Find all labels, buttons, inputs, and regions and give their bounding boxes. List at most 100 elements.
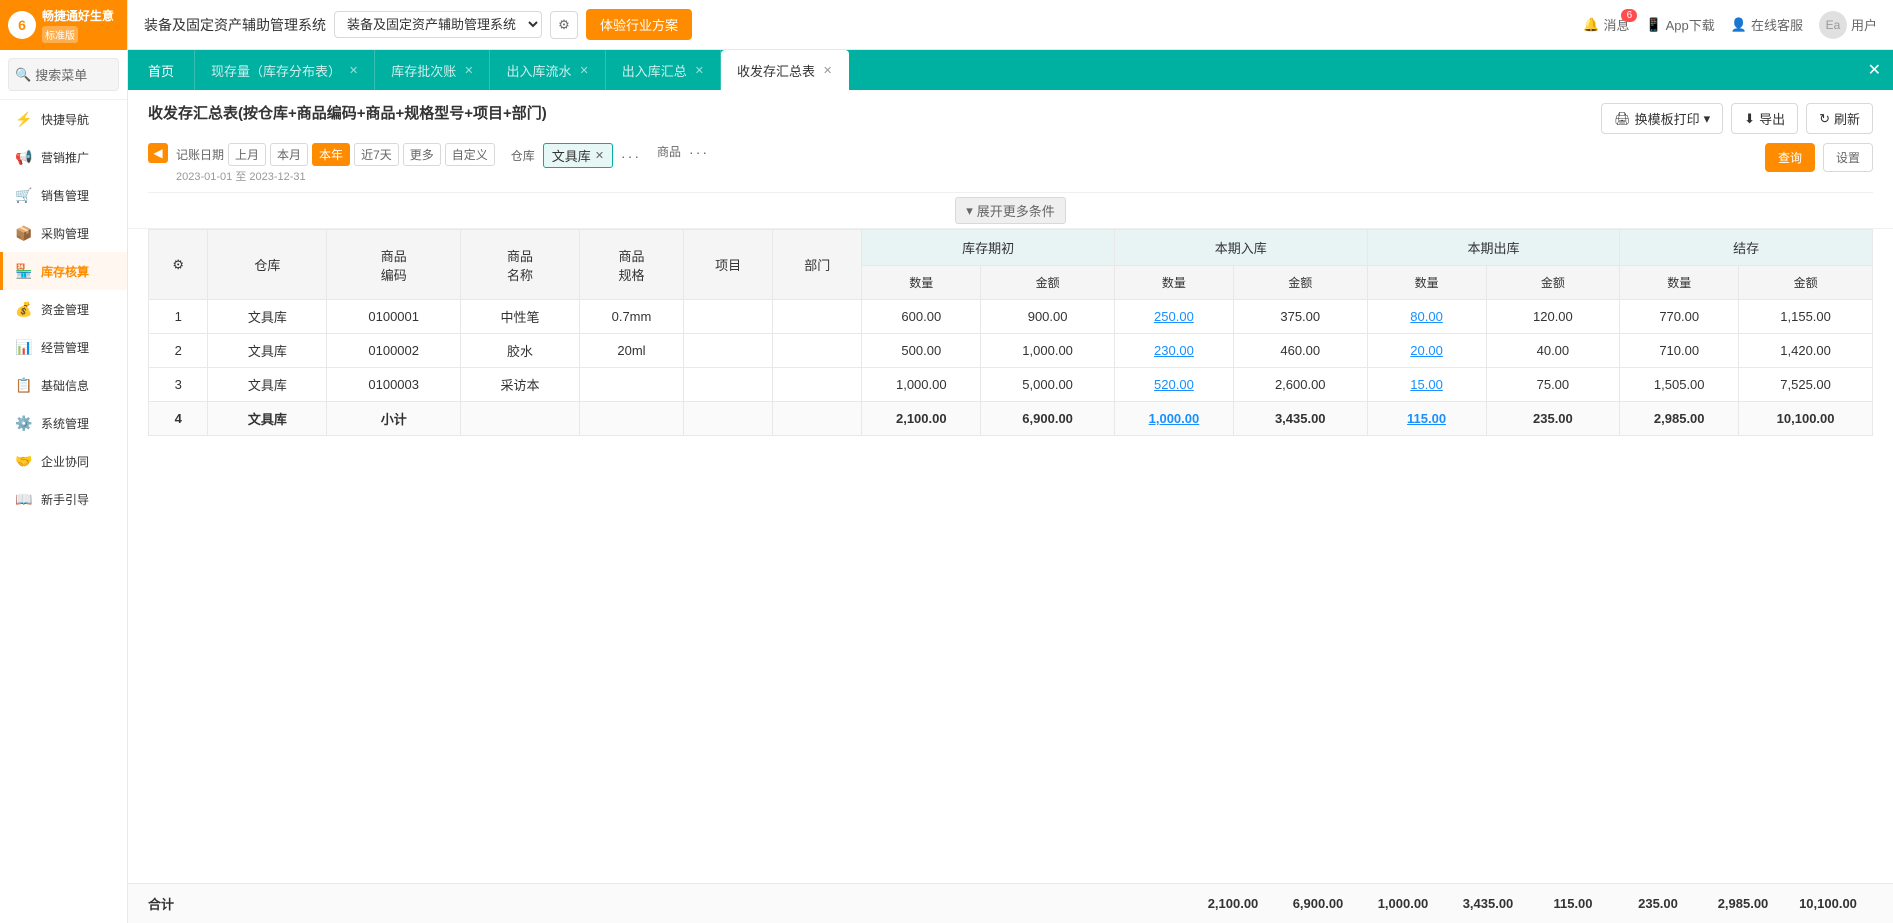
- row2-out-qty[interactable]: 20.00: [1367, 334, 1486, 368]
- sidebar-item-purchase[interactable]: 📦 采购管理: [0, 214, 127, 252]
- settings-icon-btn[interactable]: ⚙: [550, 11, 578, 39]
- refresh-icon: ↻: [1819, 111, 1830, 127]
- row1-out-qty[interactable]: 80.00: [1367, 300, 1486, 334]
- search-menu-button[interactable]: 🔍 搜索菜单: [8, 58, 119, 91]
- row2-spec: 20ml: [579, 334, 683, 368]
- app-download-btn[interactable]: 📱 App下载: [1645, 15, 1714, 34]
- date-btn-7days[interactable]: 近7天: [354, 143, 399, 166]
- row1-close-qty: 770.00: [1620, 300, 1739, 334]
- date-btn-custom[interactable]: 自定义: [445, 143, 495, 166]
- system-selector[interactable]: 装备及固定资产辅助管理系统: [334, 11, 542, 38]
- date-btn-last-month[interactable]: 上月: [228, 143, 266, 166]
- sidebar-item-marketing[interactable]: 📢 营销推广: [0, 138, 127, 176]
- tab-stock-dist-close[interactable]: ✕: [349, 64, 358, 77]
- col-in-qty-header: 数量: [1114, 266, 1233, 300]
- print-icon: 🖨: [1614, 111, 1631, 127]
- tabbar: 首页 现存量（库存分布表） ✕ 库存批次账 ✕ 出入库流水 ✕ 出入库汇总 ✕ …: [128, 50, 1893, 90]
- export-button[interactable]: ⬇ 导出: [1731, 103, 1798, 134]
- system-label: 系统管理: [41, 415, 89, 432]
- user-label: 用户: [1851, 15, 1877, 34]
- row3-out-qty[interactable]: 15.00: [1367, 368, 1486, 402]
- experience-button[interactable]: 体验行业方案: [586, 9, 692, 40]
- col-period-in-header: 本期入库: [1114, 230, 1367, 266]
- row2-open-amt: 1,000.00: [981, 334, 1115, 368]
- close-all-tabs[interactable]: ✕: [1856, 60, 1893, 80]
- tab-stock-dist[interactable]: 现存量（库存分布表） ✕: [195, 50, 375, 90]
- col-closing-stock-header: 结存: [1620, 230, 1873, 266]
- subtotal-warehouse: 文具库: [208, 402, 327, 436]
- tab-batch-ledger-close[interactable]: ✕: [464, 64, 473, 77]
- guide-icon: 📖: [15, 490, 33, 508]
- tab-recv-send-summary-close[interactable]: ✕: [823, 64, 832, 77]
- tab-in-out-flow-close[interactable]: ✕: [580, 64, 589, 77]
- operations-label: 经营管理: [41, 339, 89, 356]
- row3-project: [684, 368, 773, 402]
- sidebar-item-operations[interactable]: 📊 经营管理: [0, 328, 127, 366]
- expand-conditions-btn[interactable]: ▾ 展开更多条件: [955, 197, 1066, 224]
- purchase-icon: 📦: [15, 224, 33, 242]
- subtotal-open-qty: 2,100.00: [862, 402, 981, 436]
- page-header: 收发存汇总表(按仓库+商品编码+商品+规格型号+项目+部门) 🖨 换模板打印 ▾…: [128, 90, 1893, 229]
- sidebar-item-sales[interactable]: 🛒 销售管理: [0, 176, 127, 214]
- sidebar-item-system[interactable]: ⚙️ 系统管理: [0, 404, 127, 442]
- tab-in-out-summary[interactable]: 出入库汇总 ✕: [606, 50, 721, 90]
- col-warehouse-header: 仓库: [208, 230, 327, 300]
- print-button[interactable]: 🖨 换模板打印 ▾: [1601, 103, 1723, 134]
- subtotal-close-qty: 2,985.00: [1620, 402, 1739, 436]
- date-btn-more[interactable]: 更多: [403, 143, 441, 166]
- tab-recv-send-summary[interactable]: 收发存汇总表 ✕: [721, 50, 849, 90]
- table-row: 3 文具库 0100003 采访本 1,000.00 5,000.00 520.…: [149, 368, 1873, 402]
- sidebar-item-guide[interactable]: 📖 新手引导: [0, 480, 127, 518]
- row3-spec: [579, 368, 683, 402]
- row1-in-qty[interactable]: 250.00: [1114, 300, 1233, 334]
- col-out-qty-header: 数量: [1367, 266, 1486, 300]
- sidebar-item-corp[interactable]: 🤝 企业协同: [0, 442, 127, 480]
- product-more-dots[interactable]: ···: [689, 144, 709, 160]
- sidebar-nav: ⚡ 快捷导航 📢 营销推广 🛒 销售管理 📦 采购管理 🏪 库存核算 💰 资金管…: [0, 100, 127, 923]
- tab-in-out-flow[interactable]: 出入库流水 ✕: [490, 50, 605, 90]
- subtotal-out-qty[interactable]: 115.00: [1367, 402, 1486, 436]
- row3-in-qty[interactable]: 520.00: [1114, 368, 1233, 402]
- row3-name: 采访本: [461, 368, 580, 402]
- subtotal-row: 4 文具库 小计 2,100.00 6,900.00 1,000.00 3,43…: [149, 402, 1873, 436]
- basic-icon: 📋: [15, 376, 33, 394]
- online-service-btn[interactable]: 👤 在线客服: [1731, 15, 1803, 34]
- query-button[interactable]: 查询: [1765, 143, 1815, 172]
- warehouse-tag-close[interactable]: ✕: [595, 149, 604, 162]
- sidebar-item-basic[interactable]: 📋 基础信息: [0, 366, 127, 404]
- filter-collapse-btn[interactable]: ◀: [148, 143, 168, 163]
- user-btn[interactable]: Ea 用户: [1819, 11, 1877, 39]
- col-settings-header: ⚙: [149, 230, 208, 300]
- tab-batch-ledger[interactable]: 库存批次账 ✕: [375, 50, 490, 90]
- row2-open-qty: 500.00: [862, 334, 981, 368]
- row2-in-qty[interactable]: 230.00: [1114, 334, 1233, 368]
- total-close-qty: 2,985.00: [1703, 892, 1783, 915]
- mobile-icon: 📱: [1645, 17, 1661, 33]
- total-label: 合计: [148, 894, 208, 913]
- sidebar-item-inventory[interactable]: 🏪 库存核算: [0, 252, 127, 290]
- row2-code: 0100002: [327, 334, 461, 368]
- row1-out-amt: 120.00: [1486, 300, 1620, 334]
- refresh-button[interactable]: ↻ 刷新: [1806, 103, 1873, 134]
- topbar: 装备及固定资产辅助管理系统 装备及固定资产辅助管理系统 ⚙ 体验行业方案 🔔 消…: [128, 0, 1893, 50]
- subtotal-in-qty[interactable]: 1,000.00: [1114, 402, 1233, 436]
- tab-home[interactable]: 首页: [128, 50, 195, 90]
- sidebar-search-area: 🔍 搜索菜单: [0, 50, 127, 100]
- date-btn-this-year[interactable]: 本年: [312, 143, 350, 166]
- row3-dept: [773, 368, 862, 402]
- table-settings-icon[interactable]: ⚙: [172, 257, 184, 272]
- warehouse-more-dots[interactable]: ···: [621, 148, 641, 164]
- date-btn-this-month[interactable]: 本月: [270, 143, 308, 166]
- sidebar-logo: 6 畅捷通好生意 标准版: [0, 0, 127, 50]
- notifications-btn[interactable]: 🔔 消息 6: [1583, 15, 1629, 34]
- total-out-qty: 115.00: [1533, 892, 1613, 915]
- table-row: 2 文具库 0100002 胶水 20ml 500.00 1,000.00 23…: [149, 334, 1873, 368]
- operations-icon: 📊: [15, 338, 33, 356]
- row1-warehouse: 文具库: [208, 300, 327, 334]
- sidebar-item-finance[interactable]: 💰 资金管理: [0, 290, 127, 328]
- filter-settings-button[interactable]: 设置: [1823, 143, 1873, 172]
- tab-in-out-summary-close[interactable]: ✕: [695, 64, 704, 77]
- tab-in-out-flow-label: 出入库流水: [506, 61, 571, 80]
- row3-close-qty: 1,505.00: [1620, 368, 1739, 402]
- sidebar-item-quick-nav[interactable]: ⚡ 快捷导航: [0, 100, 127, 138]
